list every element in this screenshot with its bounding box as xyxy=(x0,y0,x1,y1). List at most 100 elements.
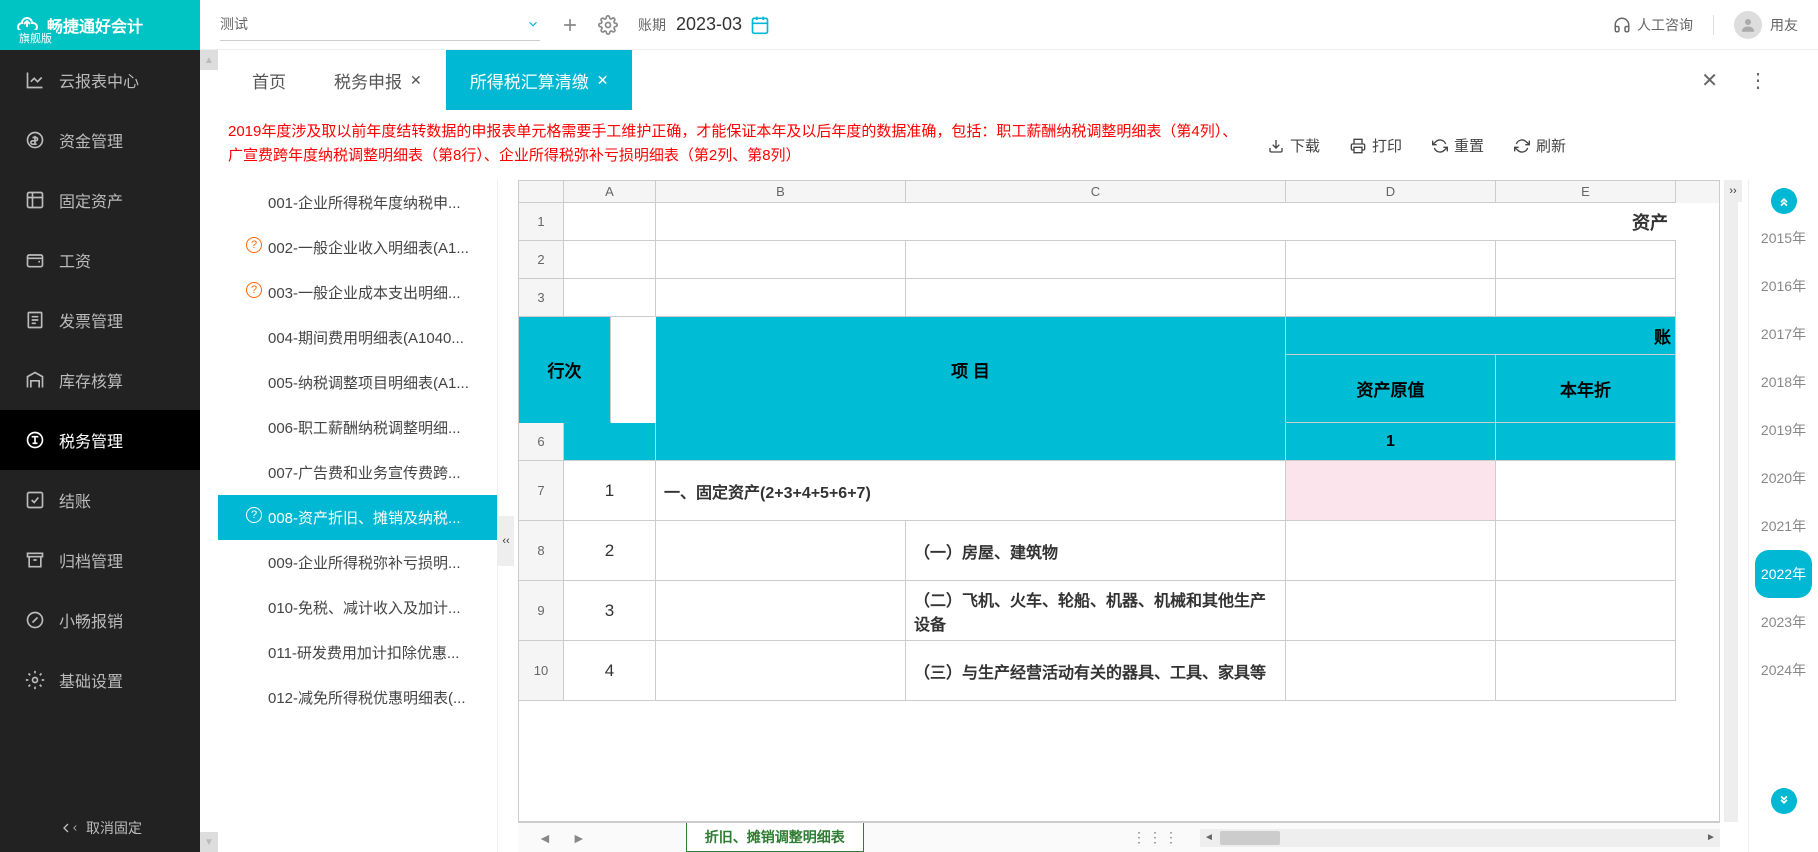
sheet-nav-prev[interactable]: ◄ xyxy=(538,830,552,846)
calendar-icon[interactable] xyxy=(750,15,770,35)
sheet-resize-handle[interactable]: ⋮⋮⋮ xyxy=(1132,829,1180,846)
report-item[interactable]: 011-研发费用加计扣除优惠... xyxy=(218,630,497,675)
year-item[interactable]: 2017年 xyxy=(1749,310,1818,358)
report-item[interactable]: 012-减免所得税优惠明细表(... xyxy=(218,675,497,720)
spreadsheet[interactable]: A B C D E 1 资产 2 3 xyxy=(518,180,1720,822)
download-button[interactable]: 下载 xyxy=(1268,135,1320,156)
cell[interactable] xyxy=(656,241,906,279)
cell[interactable] xyxy=(1286,581,1496,641)
row-header[interactable]: 9 xyxy=(519,581,564,641)
col-header-d[interactable]: D xyxy=(1286,181,1496,203)
unpin-button[interactable]: 取消固定 xyxy=(0,804,200,852)
cell[interactable] xyxy=(656,641,906,701)
sidebar-scroll-up[interactable]: ▲ xyxy=(200,50,218,70)
horizontal-scrollbar[interactable]: ◄ ► xyxy=(1200,829,1720,847)
tab[interactable]: 首页 xyxy=(228,50,310,110)
cell[interactable] xyxy=(564,279,656,317)
cell[interactable] xyxy=(656,581,906,641)
year-item[interactable]: 2020年 xyxy=(1749,454,1818,502)
cell-title[interactable]: 资产 xyxy=(656,203,1676,241)
cell[interactable] xyxy=(656,521,906,581)
tab[interactable]: 所得税汇算清缴✕ xyxy=(446,50,633,110)
year-item[interactable]: 2023年 xyxy=(1749,598,1818,646)
plus-icon[interactable] xyxy=(560,15,580,35)
row-header[interactable]: 8 xyxy=(519,521,564,581)
report-item[interactable]: 009-企业所得税弥补亏损明... xyxy=(218,540,497,585)
collapse-report-list[interactable]: ‹‹ xyxy=(498,516,514,566)
sheet-nav-next[interactable]: ► xyxy=(572,830,586,846)
cell-text[interactable]: 一、固定资产(2+3+4+5+6+7) xyxy=(656,461,1286,521)
cell-header-depr[interactable]: 本年折 xyxy=(1496,355,1676,423)
report-item[interactable]: 001-企业所得税年度纳税申... xyxy=(218,180,497,225)
report-item[interactable]: 007-广告费和业务宣传费跨... xyxy=(218,450,497,495)
row-header[interactable]: 2 xyxy=(519,241,564,279)
year-item[interactable]: 2016年 xyxy=(1749,262,1818,310)
cell[interactable] xyxy=(1496,641,1676,701)
report-item[interactable]: 010-免税、减计收入及加计... xyxy=(218,585,497,630)
cell-text[interactable]: （一）房屋、建筑物 xyxy=(906,521,1286,581)
cell[interactable] xyxy=(1496,461,1676,521)
cell[interactable] xyxy=(1496,521,1676,581)
year-item[interactable]: 2022年 xyxy=(1755,550,1812,598)
col-header-b[interactable]: B xyxy=(656,181,906,203)
cell-colnum[interactable]: 1 xyxy=(1286,423,1496,461)
cell-text[interactable]: （三）与生产经营活动有关的器具、工具、家具等 xyxy=(906,641,1286,701)
year-item[interactable]: 2018年 xyxy=(1749,358,1818,406)
sidebar-item-warehouse[interactable]: 库存核算 xyxy=(0,350,200,410)
col-header-c[interactable]: C xyxy=(906,181,1286,203)
year-item[interactable]: 2015年 xyxy=(1749,214,1818,262)
sidebar-item-gear[interactable]: 基础设置 xyxy=(0,650,200,710)
sidebar-item-wallet[interactable]: 工资 xyxy=(0,230,200,290)
year-scroll-up[interactable] xyxy=(1771,188,1797,214)
sidebar-item-box[interactable]: 固定资产 xyxy=(0,170,200,230)
cell[interactable] xyxy=(906,279,1286,317)
project-select[interactable]: 测试 xyxy=(220,8,540,41)
sidebar-scroll-down[interactable]: ▼ xyxy=(200,832,218,852)
close-icon[interactable]: ✕ xyxy=(410,72,422,89)
cell-line[interactable]: 4 xyxy=(564,641,656,701)
cell-header-account[interactable]: 账 xyxy=(1286,317,1676,355)
cell[interactable] xyxy=(1496,241,1676,279)
cell-header-original[interactable]: 资产原值 xyxy=(1286,355,1496,423)
cell[interactable] xyxy=(564,423,656,461)
tab[interactable]: 税务申报✕ xyxy=(310,50,446,110)
cell-line[interactable]: 3 xyxy=(564,581,656,641)
cell-line[interactable]: 1 xyxy=(564,461,656,521)
report-item[interactable]: 002-一般企业收入明细表(A1... xyxy=(218,225,497,270)
close-all-icon[interactable]: ✕ xyxy=(1701,68,1718,93)
select-all-corner[interactable] xyxy=(519,181,564,203)
close-icon[interactable]: ✕ xyxy=(597,72,609,89)
year-item[interactable]: 2019年 xyxy=(1749,406,1818,454)
sidebar-item-money[interactable]: 资金管理 xyxy=(0,110,200,170)
vertical-scrollbar[interactable] xyxy=(1724,202,1738,822)
cell[interactable] xyxy=(1286,461,1496,521)
scroll-left-icon[interactable]: ◄ xyxy=(1200,829,1218,847)
gear-icon[interactable] xyxy=(598,15,618,35)
row-header[interactable]: 3 xyxy=(519,279,564,317)
report-item[interactable]: 008-资产折旧、摊销及纳税... xyxy=(218,495,497,540)
user-menu[interactable]: 用友 xyxy=(1734,11,1798,39)
scroll-right-icon[interactable]: ► xyxy=(1702,829,1720,847)
sheet-tab[interactable]: 折旧、摊销调整明细表 xyxy=(686,823,864,852)
support-link[interactable]: 人工咨询 xyxy=(1613,15,1693,35)
sidebar-item-tax[interactable]: 税务管理 xyxy=(0,410,200,470)
cell-header-line[interactable]: 行次 xyxy=(519,317,611,423)
year-scroll-down[interactable] xyxy=(1771,788,1797,814)
cell[interactable] xyxy=(656,423,1286,461)
more-icon[interactable]: ⋮ xyxy=(1748,68,1768,93)
cell[interactable] xyxy=(564,203,656,241)
sidebar-item-archive[interactable]: 归档管理 xyxy=(0,530,200,590)
cell-line[interactable]: 2 xyxy=(564,521,656,581)
sidebar-item-check[interactable]: 结账 xyxy=(0,470,200,530)
report-item[interactable]: 006-职工薪酬纳税调整明细... xyxy=(218,405,497,450)
row-header[interactable]: 6 xyxy=(519,423,564,461)
cell[interactable] xyxy=(1496,279,1676,317)
cell[interactable] xyxy=(1286,521,1496,581)
cell[interactable] xyxy=(906,241,1286,279)
reset-button[interactable]: 重置 xyxy=(1432,135,1484,156)
report-item[interactable]: 003-一般企业成本支出明细... xyxy=(218,270,497,315)
refresh-button[interactable]: 刷新 xyxy=(1514,135,1566,156)
cell[interactable] xyxy=(656,279,906,317)
sidebar-item-reimburse[interactable]: 小畅报销 xyxy=(0,590,200,650)
cell[interactable] xyxy=(1496,423,1676,461)
